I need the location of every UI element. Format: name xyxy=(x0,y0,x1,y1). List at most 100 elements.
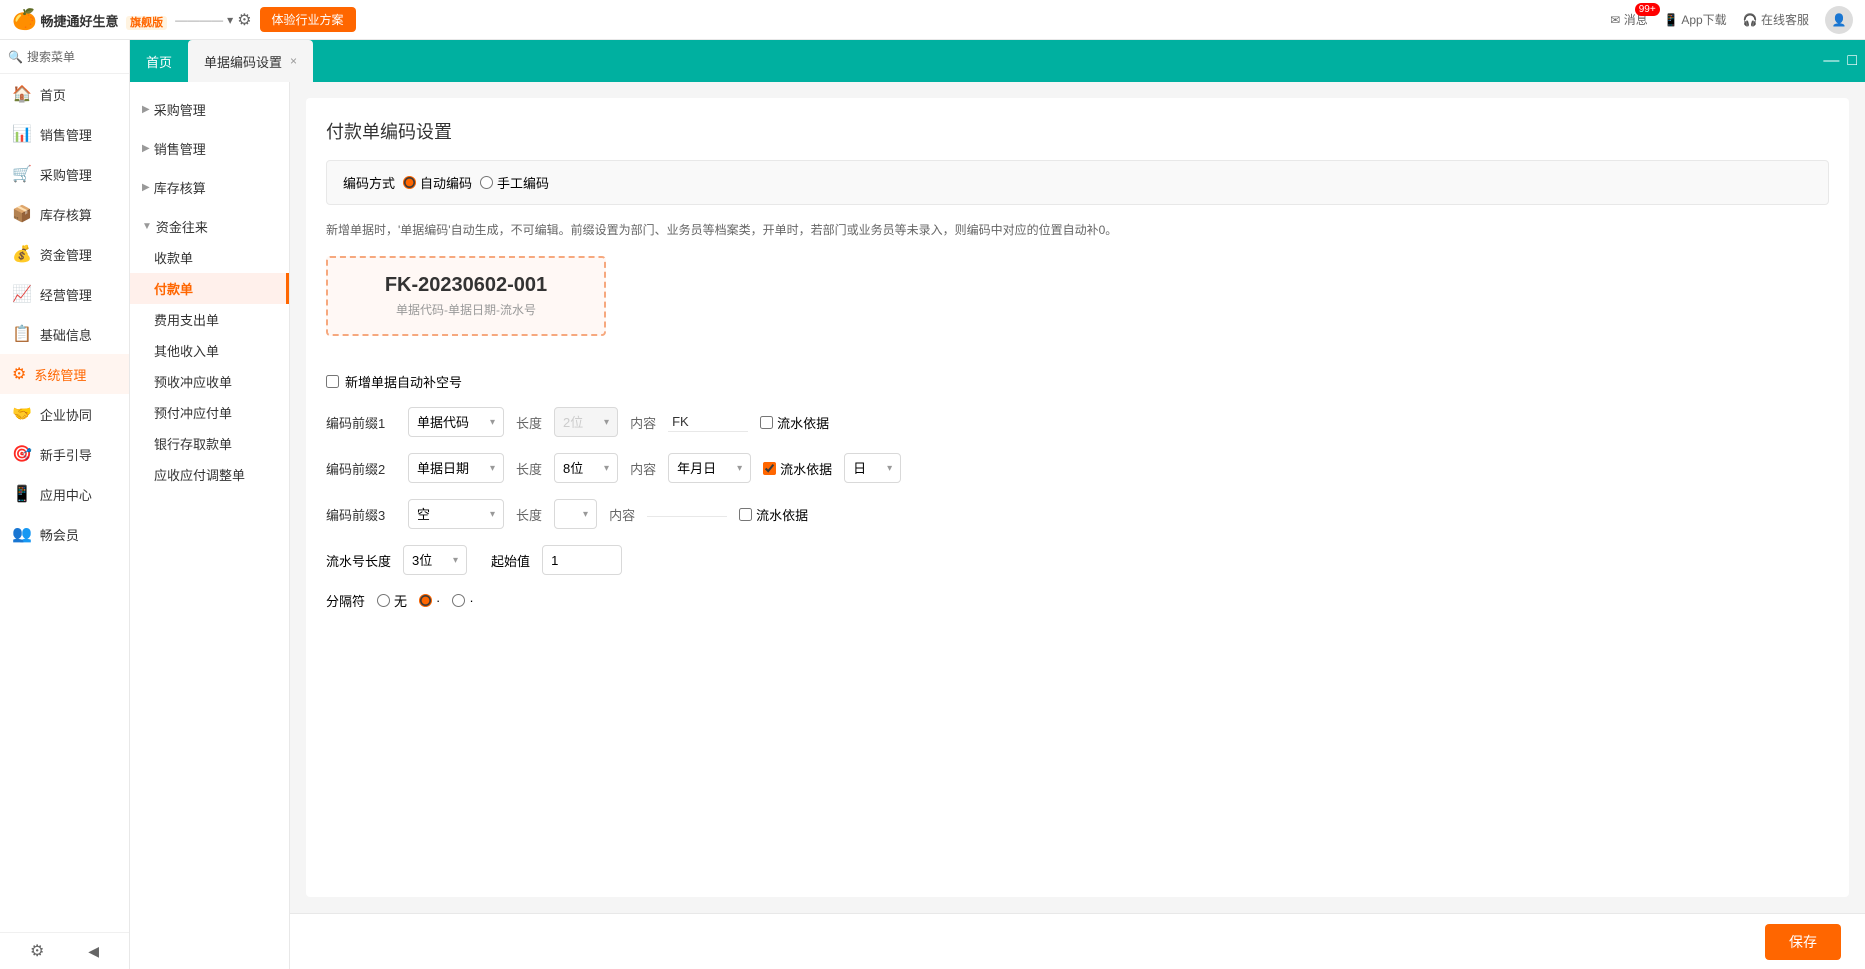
download-section[interactable]: 📱 App下载 xyxy=(1664,11,1727,28)
user-avatar[interactable]: 👤 xyxy=(1825,6,1853,34)
sidebar-item-operations[interactable]: 📈 经营管理 xyxy=(0,274,129,314)
prefix2-label: 编码前缀2 xyxy=(326,459,396,478)
sidebar-item-sales[interactable]: 📊 销售管理 xyxy=(0,114,129,154)
stream2-unit-wrapper[interactable]: 日 月 年 ▾ xyxy=(844,453,901,483)
separator-none-label: 无 xyxy=(394,591,407,610)
sec-item-receipt[interactable]: 收款单 xyxy=(130,242,289,273)
sidebar-item-inventory[interactable]: 📦 库存核算 xyxy=(0,194,129,234)
separator-none-option[interactable]: 无 xyxy=(377,591,407,610)
separator-dot-option[interactable]: · xyxy=(419,593,440,608)
main-content: 付款单编码设置 编码方式 自动编码 手工编码 xyxy=(290,82,1865,969)
auto-encoding-option[interactable]: 自动编码 xyxy=(403,173,472,192)
sec-item-payment[interactable]: 付款单 xyxy=(130,273,289,304)
stream1-checkbox[interactable] xyxy=(760,416,773,429)
topbar-nav: ———— ▾ ⚙ xyxy=(175,10,251,30)
sidebar-item-label: 资金管理 xyxy=(40,245,92,264)
search-menu[interactable]: 🔍 搜索菜单 xyxy=(0,40,129,74)
sidebar-item-enterprise[interactable]: 🤝 企业协同 xyxy=(0,394,129,434)
length2-select-wrapper[interactable]: 8位 6位 4位 ▾ xyxy=(554,453,618,483)
settings-icon[interactable]: ⚙ xyxy=(237,10,251,30)
message-section[interactable]: ✉ 消息 99+ xyxy=(1610,11,1647,28)
serial-length-select-wrapper[interactable]: 3位 2位 4位 5位 ▾ xyxy=(403,545,467,575)
content-wrapper: ▶ 采购管理 ▶ 销售管理 ▶ 库存核算 xyxy=(130,82,1865,969)
tab-home[interactable]: 首页 xyxy=(130,40,188,82)
service-section[interactable]: 🎧 在线客服 xyxy=(1743,11,1809,28)
sidebar-item-label: 应用中心 xyxy=(40,485,92,504)
prefix3-select[interactable]: 空 单据代码 部门 业务员 xyxy=(417,507,486,522)
sidebar-item-system[interactable]: ⚙ 系统管理 xyxy=(0,354,129,394)
sec-item-bank[interactable]: 银行存取款单 xyxy=(130,428,289,459)
sidebar-item-home[interactable]: 🏠 首页 xyxy=(0,74,129,114)
prefix2-select[interactable]: 单据日期 部门 业务员 空 xyxy=(417,461,486,476)
auto-fill-checkbox[interactable] xyxy=(326,375,339,388)
stream2-checkbox-wrapper: 流水依据 xyxy=(763,459,832,478)
sec-item-expense[interactable]: 费用支出单 xyxy=(130,304,289,335)
sidebar-item-finance[interactable]: 💰 资金管理 xyxy=(0,234,129,274)
sidebar-settings-icon[interactable]: ⚙ xyxy=(30,941,44,961)
prefix1-select-wrapper[interactable]: 单据代码 部门 业务员 空 ▾ xyxy=(408,407,504,437)
prefix1-select[interactable]: 单据代码 部门 业务员 空 xyxy=(417,415,486,430)
sidebar-item-purchase[interactable]: 🛒 采购管理 xyxy=(0,154,129,194)
content2-select[interactable]: 年月日 年月 年 xyxy=(677,461,733,476)
tab-close-icon[interactable]: × xyxy=(290,54,297,68)
stream3-checkbox[interactable] xyxy=(739,508,752,521)
trial-button[interactable]: 体验行业方案 xyxy=(260,7,356,32)
content3-label: 内容 xyxy=(609,505,635,524)
length3-select[interactable] xyxy=(563,507,579,522)
prefix2-select-wrapper[interactable]: 单据日期 部门 业务员 空 ▾ xyxy=(408,453,504,483)
serial-length-select[interactable]: 3位 2位 4位 5位 xyxy=(412,553,449,568)
auto-fill-label: 新增单据自动补空号 xyxy=(345,372,462,391)
separator-none-radio[interactable] xyxy=(377,594,390,607)
separator-dot-radio[interactable] xyxy=(419,594,432,607)
start-value-input[interactable] xyxy=(542,545,622,575)
dropdown-icon[interactable]: ▾ xyxy=(227,13,233,27)
sidebar-item-apps[interactable]: 📱 应用中心 xyxy=(0,474,129,514)
finance-icon: 💰 xyxy=(12,244,32,264)
download-icon: 📱 xyxy=(1664,13,1679,27)
manual-encoding-radio[interactable] xyxy=(480,176,493,189)
sec-item-pre-receipt[interactable]: 预收冲应收单 xyxy=(130,366,289,397)
sidebar-item-guide[interactable]: 🎯 新手引导 xyxy=(0,434,129,474)
sidebar-item-label: 系统管理 xyxy=(34,365,86,384)
stream2-unit-select[interactable]: 日 月 年 xyxy=(853,461,883,476)
sec-header-sales[interactable]: ▶ 销售管理 xyxy=(130,133,289,164)
sidebar-item-basic[interactable]: 📋 基础信息 xyxy=(0,314,129,354)
sec-header-inventory[interactable]: ▶ 库存核算 xyxy=(130,172,289,203)
content3-value xyxy=(647,512,727,517)
content2-select-wrapper[interactable]: 年月日 年月 年 ▾ xyxy=(668,453,751,483)
window-maximize-icon[interactable]: □ xyxy=(1847,52,1857,70)
window-minimize-icon[interactable]: — xyxy=(1823,52,1839,70)
sidebar-item-label: 企业协同 xyxy=(40,405,92,424)
stream2-checkbox[interactable] xyxy=(763,462,776,475)
sidebar-item-label: 新手引导 xyxy=(40,445,92,464)
app-logo: 🍊 畅捷通好生意 旗舰版 xyxy=(12,7,167,32)
sec-item-adjust[interactable]: 应收应付调整单 xyxy=(130,459,289,490)
topbar-left: 🍊 畅捷通好生意 旗舰版 ———— ▾ ⚙ 体验行业方案 xyxy=(12,7,356,32)
tab-encoding-settings[interactable]: 单据编码设置 × xyxy=(188,40,313,82)
serial-row: 流水号长度 3位 2位 4位 5位 ▾ 起始值 xyxy=(326,545,1829,575)
auto-encoding-radio[interactable] xyxy=(403,176,416,189)
sidebar-item-label: 经营管理 xyxy=(40,285,92,304)
tabbar-actions: — □ xyxy=(1823,52,1865,70)
tab-current-label: 单据编码设置 xyxy=(204,52,282,71)
bottom-bar: 保存 xyxy=(290,913,1865,969)
purchase-icon: 🛒 xyxy=(12,164,32,184)
sec-item-pre-payment[interactable]: 预付冲应付单 xyxy=(130,397,289,428)
sidebar-item-label: 采购管理 xyxy=(40,165,92,184)
manual-encoding-option[interactable]: 手工编码 xyxy=(480,173,549,192)
prefix3-select-wrapper[interactable]: 空 单据代码 部门 业务员 ▾ xyxy=(408,499,504,529)
operations-icon: 📈 xyxy=(12,284,32,304)
length2-select[interactable]: 8位 6位 4位 xyxy=(563,461,600,476)
save-button[interactable]: 保存 xyxy=(1765,924,1841,960)
separator-dash-option[interactable]: · xyxy=(452,593,473,608)
length3-select-wrapper[interactable]: ▾ xyxy=(554,499,597,529)
sidebar-collapse-icon[interactable]: ◀ xyxy=(88,943,99,960)
arrow-icon-expanded: ▼ xyxy=(142,221,152,232)
code-preview-desc: 单据代码-单据日期-流水号 xyxy=(352,301,580,318)
sec-item-income[interactable]: 其他收入单 xyxy=(130,335,289,366)
length1-select-wrapper: 2位 ▾ xyxy=(554,407,618,437)
sec-header-purchase[interactable]: ▶ 采购管理 xyxy=(130,94,289,125)
sidebar-item-member[interactable]: 👥 畅会员 xyxy=(0,514,129,554)
separator-dash-radio[interactable] xyxy=(452,594,465,607)
sec-header-finance[interactable]: ▼ 资金往来 xyxy=(130,211,289,242)
